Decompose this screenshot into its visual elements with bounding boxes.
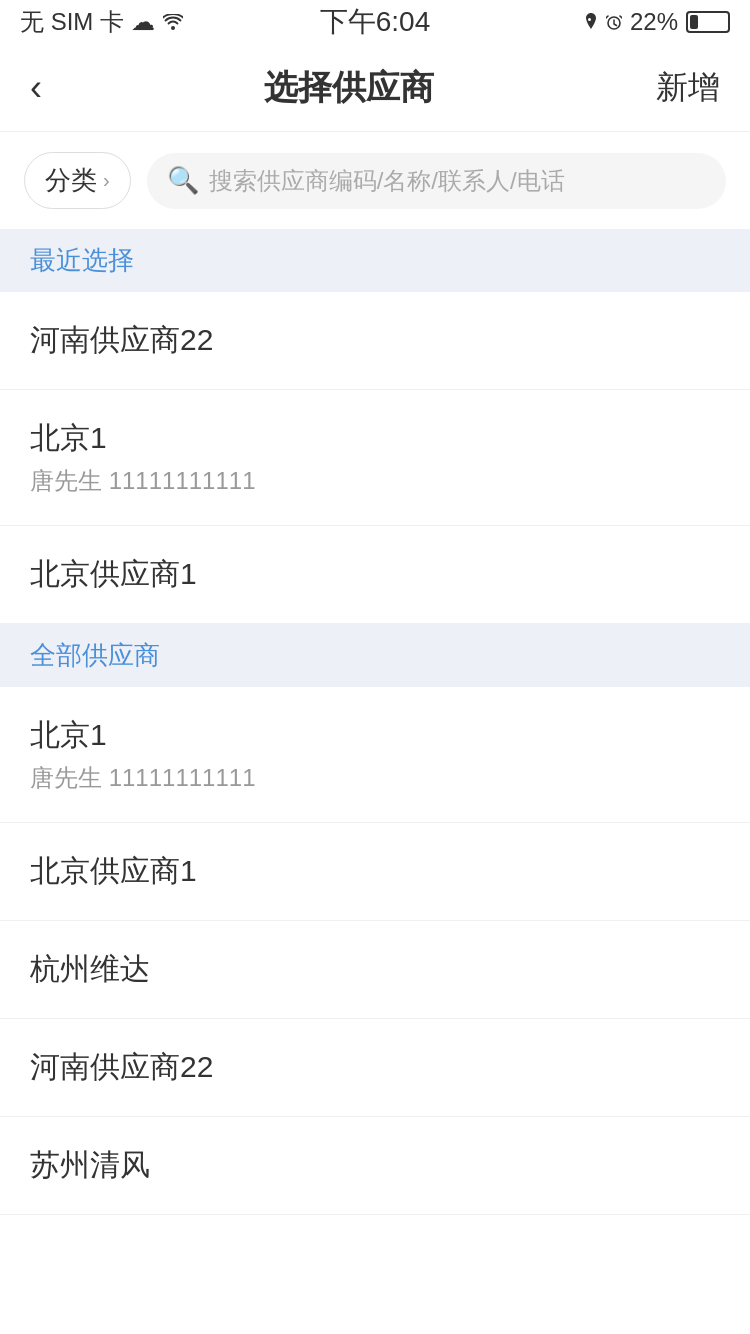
item-name: 北京供应商1 — [30, 554, 720, 595]
add-new-button[interactable]: 新增 — [656, 66, 720, 110]
recent-section-label: 最近选择 — [30, 245, 134, 275]
recent-section-header: 最近选择 — [0, 229, 750, 292]
item-name: 北京1 — [30, 418, 720, 459]
all-section-header: 全部供应商 — [0, 624, 750, 687]
status-right: 22% — [584, 8, 730, 36]
all-items-list: 北京1 唐先生 11111111111 北京供应商1 杭州维达 河南供应商22 … — [0, 687, 750, 1215]
chevron-right-icon: › — [103, 169, 110, 192]
battery-percent: 22% — [630, 8, 678, 36]
item-name: 河南供应商22 — [30, 320, 720, 361]
battery-icon — [686, 11, 730, 33]
list-item[interactable]: 北京1 唐先生 11111111111 — [0, 687, 750, 823]
item-sub: 唐先生 11111111111 — [30, 465, 720, 497]
status-left: 无 SIM 卡 ☁ — [20, 6, 183, 38]
item-name: 北京供应商1 — [30, 851, 720, 892]
category-button[interactable]: 分类 › — [24, 152, 131, 209]
list-item[interactable]: 苏州清风 — [0, 1117, 750, 1215]
item-name: 苏州清风 — [30, 1145, 720, 1186]
sim-status: 无 SIM 卡 ☁ — [20, 6, 155, 38]
search-placeholder: 搜索供应商编码/名称/联系人/电话 — [209, 165, 565, 197]
list-item[interactable]: 北京供应商1 — [0, 526, 750, 624]
list-item[interactable]: 北京供应商1 — [0, 823, 750, 921]
list-item[interactable]: 北京1 唐先生 11111111111 — [0, 390, 750, 526]
location-icon — [584, 13, 598, 31]
page-title: 选择供应商 — [264, 65, 434, 111]
all-section-label: 全部供应商 — [30, 640, 160, 670]
search-bar: 分类 › 🔍 搜索供应商编码/名称/联系人/电话 — [0, 132, 750, 229]
item-sub: 唐先生 11111111111 — [30, 762, 720, 794]
list-item[interactable]: 河南供应商22 — [0, 1019, 750, 1117]
search-icon: 🔍 — [167, 165, 199, 196]
status-time: 下午6:04 — [320, 3, 431, 41]
back-button[interactable]: ‹ — [30, 67, 42, 109]
status-bar: 无 SIM 卡 ☁ 下午6:04 22% — [0, 0, 750, 44]
list-item[interactable]: 杭州维达 — [0, 921, 750, 1019]
list-item[interactable]: 河南供应商22 — [0, 292, 750, 390]
wifi-icon — [163, 14, 183, 30]
item-name: 杭州维达 — [30, 949, 720, 990]
nav-bar: ‹ 选择供应商 新增 — [0, 44, 750, 132]
recent-items-list: 河南供应商22 北京1 唐先生 11111111111 北京供应商1 — [0, 292, 750, 624]
alarm-icon — [606, 13, 622, 31]
search-input-wrap[interactable]: 🔍 搜索供应商编码/名称/联系人/电话 — [147, 153, 726, 209]
item-name: 河南供应商22 — [30, 1047, 720, 1088]
item-name: 北京1 — [30, 715, 720, 756]
category-label: 分类 — [45, 163, 97, 198]
